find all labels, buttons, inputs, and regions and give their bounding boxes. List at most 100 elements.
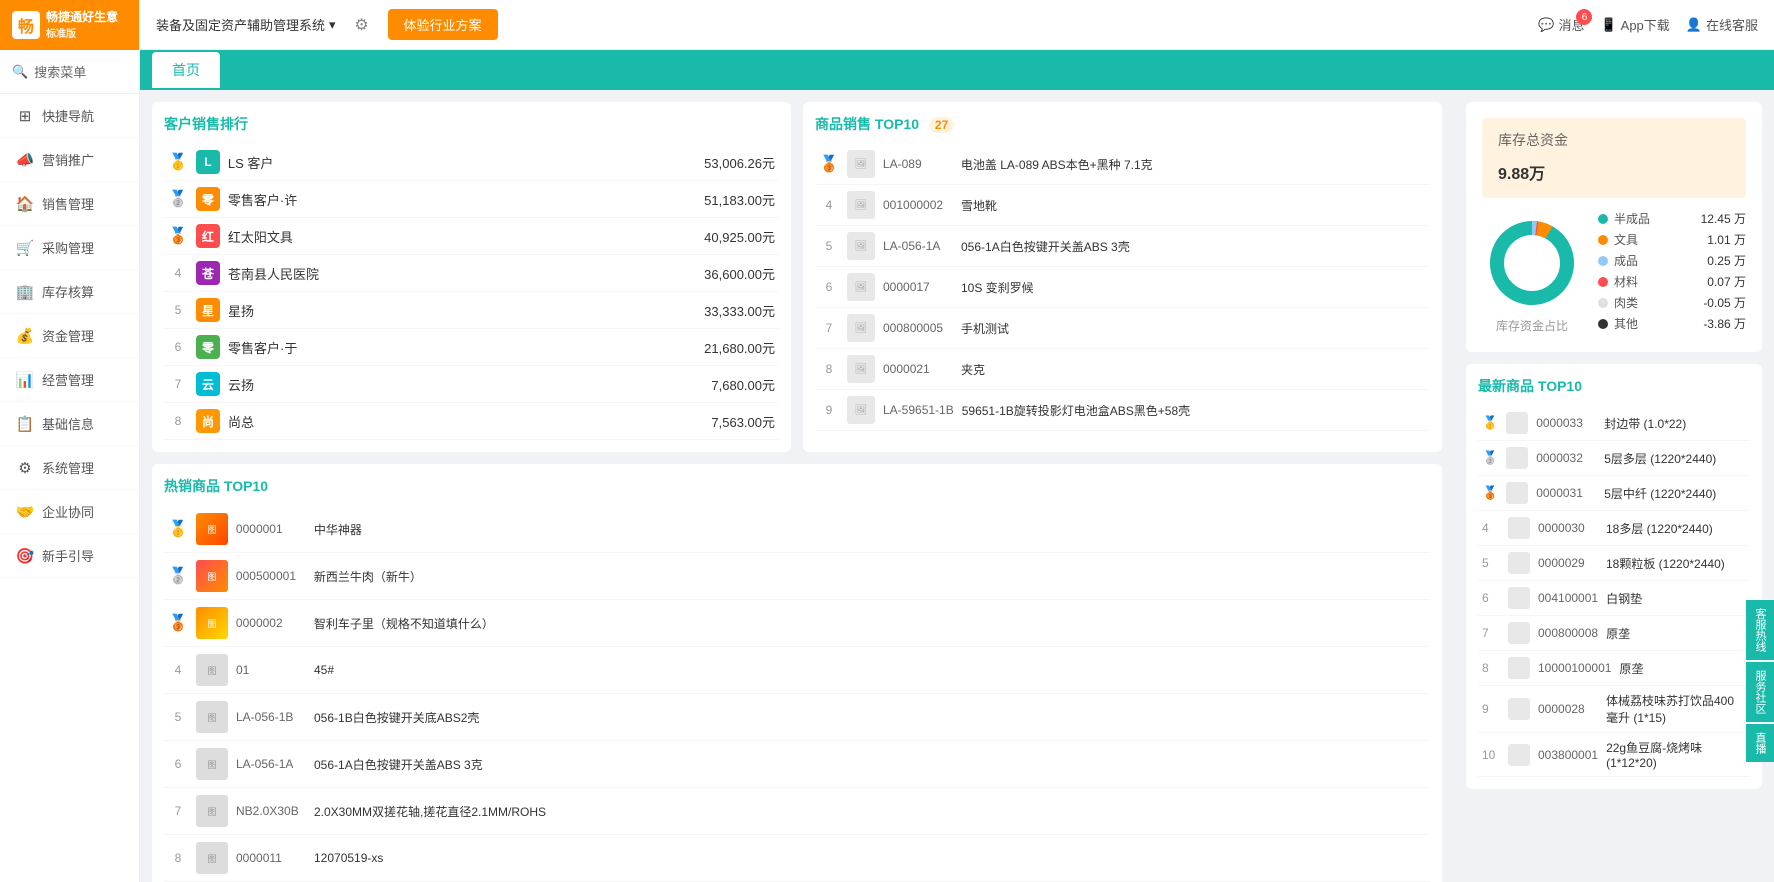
sidebar-item-label: 企业协同 [42, 502, 94, 521]
float-live[interactable]: 直播 [1746, 724, 1774, 762]
product-thumbnail [1508, 622, 1530, 644]
table-row: 6 图 LA-056-1A 056-1A白色按键开关盖ABS 3克 [164, 741, 1430, 788]
stock-amount: 9.88万 [1498, 154, 1730, 186]
table-row: 4 图 01 45# [164, 647, 1430, 694]
table-row: 7 图 NB2.0X30B 2.0X30MM双搓花轴,搓花直径2.1MM/ROH… [164, 788, 1430, 835]
float-customer-service[interactable]: 客服热线 [1746, 600, 1774, 660]
medal-gold-icon: 🥇 [168, 152, 188, 172]
sidebar-item-kuaijie[interactable]: ⊞ 快捷导航 [0, 94, 139, 138]
search-menu-label: 搜索菜单 [34, 62, 86, 81]
stock-chart-label: 库存资金占比 [1496, 317, 1568, 334]
trial-button[interactable]: 体验行业方案 [388, 9, 498, 40]
legend-dot [1598, 319, 1608, 329]
stock-unit: 万 [1529, 166, 1545, 183]
table-row: 🥈 图 000500001 新西兰牛肉（新牛） [164, 553, 1430, 600]
table-row: 8 🖼 0000021 夹克 [815, 349, 1430, 390]
sidebar-search-section: 🔍 搜索菜单 [0, 50, 139, 94]
list-item: 4 0000030 18多层 (1220*2440) [1478, 511, 1750, 546]
top-products-sold-card: 商品销售 TOP10 27 🥉 🖼 LA-089 电池盖 LA-089 ABS本… [803, 102, 1442, 452]
table-row: 🥉 🖼 LA-089 电池盖 LA-089 ABS本色+黑种 7.1克 [815, 144, 1430, 185]
legend-item: 文具 1.01 万 [1598, 231, 1746, 248]
app-download-button[interactable]: 📱 App下载 [1600, 15, 1669, 34]
service-icon: 👤 [1686, 17, 1702, 33]
legend-dot [1598, 298, 1608, 308]
sidebar-item-qiye[interactable]: 🤝 企业协同 [0, 490, 139, 534]
legend-item: 材料 0.07 万 [1598, 273, 1746, 290]
table-row: 8 尚 尚总 7,563.00元 [164, 403, 779, 440]
sidebar-item-label: 销售管理 [42, 194, 94, 213]
table-row: 🥇 L LS 客户 53,006.26元 [164, 144, 779, 181]
legend-item: 其他 -3.86 万 [1598, 315, 1746, 332]
system-title-dropdown[interactable]: 装备及固定资产辅助管理系统 ▾ [156, 15, 336, 34]
qiye-icon: 🤝 [16, 503, 34, 521]
sidebar-item-jichu[interactable]: 📋 基础信息 [0, 402, 139, 446]
customer-ranking-title: 客户销售排行 [164, 114, 779, 134]
app-download-label: App下载 [1621, 15, 1670, 34]
service-label: 在线客服 [1706, 15, 1758, 34]
customer-ranking-card: 客户销售排行 🥇 L LS 客户 53,006.26元 🥈 零 零售客户·许 [152, 102, 791, 452]
legend-dot [1598, 277, 1608, 287]
sidebar-item-label: 基础信息 [42, 414, 94, 433]
product-thumbnail: 图 [196, 513, 228, 545]
kuaijie-icon: ⊞ [16, 107, 34, 125]
app-name: 畅捷通好生意 [46, 10, 118, 26]
bestseller-title: 热销商品 TOP10 [164, 476, 1430, 496]
sidebar-item-xinshou[interactable]: 🎯 新手引导 [0, 534, 139, 578]
tab-home[interactable]: 首页 [152, 52, 220, 88]
customer-avatar: 苍 [196, 261, 220, 285]
new-products-list: 🥇 0000033 封边带 (1.0*22) 🥈 0000032 5层多层 (1… [1478, 406, 1750, 777]
topbar: 装备及固定资产辅助管理系统 ▾ ⚙ 体验行业方案 💬 消息 6 📱 App下载 … [140, 0, 1774, 50]
sidebar-item-xiaoshou[interactable]: 🏠 销售管理 [0, 182, 139, 226]
table-row: 8 图 0000011 12070519-xs [164, 835, 1430, 882]
main-content: 装备及固定资产辅助管理系统 ▾ ⚙ 体验行业方案 💬 消息 6 📱 App下载 … [140, 0, 1774, 882]
product-thumbnail [1508, 587, 1530, 609]
table-row: 6 🖼 0000017 10S 变刹罗候 [815, 267, 1430, 308]
legend-dot [1598, 214, 1608, 224]
legend-item: 成品 0.25 万 [1598, 252, 1746, 269]
new-products-title-highlight: TOP10 [1538, 378, 1582, 394]
sidebar-item-label: 系统管理 [42, 458, 94, 477]
sidebar-item-yingxiao[interactable]: 📣 营销推广 [0, 138, 139, 182]
product-thumbnail: 图 [196, 748, 228, 780]
table-row: 5 图 LA-056-1B 056-1B白色按键开关底ABS2壳 [164, 694, 1430, 741]
float-community[interactable]: 服务社区 [1746, 662, 1774, 722]
system-title: 装备及固定资产辅助管理系统 [156, 15, 325, 34]
list-item: 9 0000028 体械荔枝味苏打饮品400毫升 (1*15) [1478, 686, 1750, 733]
online-service-button[interactable]: 👤 在线客服 [1686, 15, 1758, 34]
stock-card: 库存总资金 9.88万 [1466, 102, 1762, 352]
table-row: 7 云 云扬 7,680.00元 [164, 366, 779, 403]
message-badge: 6 [1576, 9, 1592, 25]
medal-bronze-icon: 🥉 [168, 613, 188, 633]
message-button[interactable]: 💬 消息 6 [1538, 15, 1584, 34]
product-thumbnail: 图 [196, 560, 228, 592]
product-thumbnail [1506, 412, 1528, 434]
sidebar-item-label: 新手引导 [42, 546, 94, 565]
top10-badge: 27 [929, 117, 954, 133]
settings-button[interactable]: ⚙ [348, 11, 376, 39]
product-thumbnail: 🖼 [847, 396, 875, 424]
sidebar-item-xitong[interactable]: ⚙ 系统管理 [0, 446, 139, 490]
left-section: 客户销售排行 🥇 L LS 客户 53,006.26元 🥈 零 零售客户·许 [140, 90, 1454, 882]
customer-ranking-table: 🥇 L LS 客户 53,006.26元 🥈 零 零售客户·许 51,183.0… [164, 144, 779, 440]
product-thumbnail [1508, 744, 1530, 766]
new-products-card: 最新商品 TOP10 🥇 0000033 封边带 (1.0*22) 🥈 0000… [1466, 364, 1762, 789]
medal-silver-icon: 🥈 [1482, 450, 1498, 466]
sidebar-item-caigou[interactable]: 🛒 采购管理 [0, 226, 139, 270]
sidebar-item-jingying[interactable]: 📊 经营管理 [0, 358, 139, 402]
search-menu-button[interactable]: 🔍 搜索菜单 [12, 58, 127, 85]
list-item: 🥇 0000033 封边带 (1.0*22) [1478, 406, 1750, 441]
message-icon: 💬 [1538, 17, 1554, 33]
float-buttons: 客服热线 服务社区 直播 [1746, 600, 1774, 762]
sidebar-item-label: 库存核算 [42, 282, 94, 301]
sidebar-item-label: 采购管理 [42, 238, 94, 257]
table-row: 5 星 星扬 33,333.00元 [164, 292, 779, 329]
kucun-icon: 🏢 [16, 283, 34, 301]
customer-avatar: 尚 [196, 409, 220, 433]
product-thumbnail: 图 [196, 795, 228, 827]
product-thumbnail: 图 [196, 607, 228, 639]
product-thumbnail: 🖼 [847, 191, 875, 219]
product-thumbnail: 图 [196, 842, 228, 874]
table-row: 🥉 红 红太阳文具 40,925.00元 [164, 218, 779, 255]
sidebar-item-kucun[interactable]: 🏢 库存核算 [0, 270, 139, 314]
sidebar-item-zijin[interactable]: 💰 资金管理 [0, 314, 139, 358]
